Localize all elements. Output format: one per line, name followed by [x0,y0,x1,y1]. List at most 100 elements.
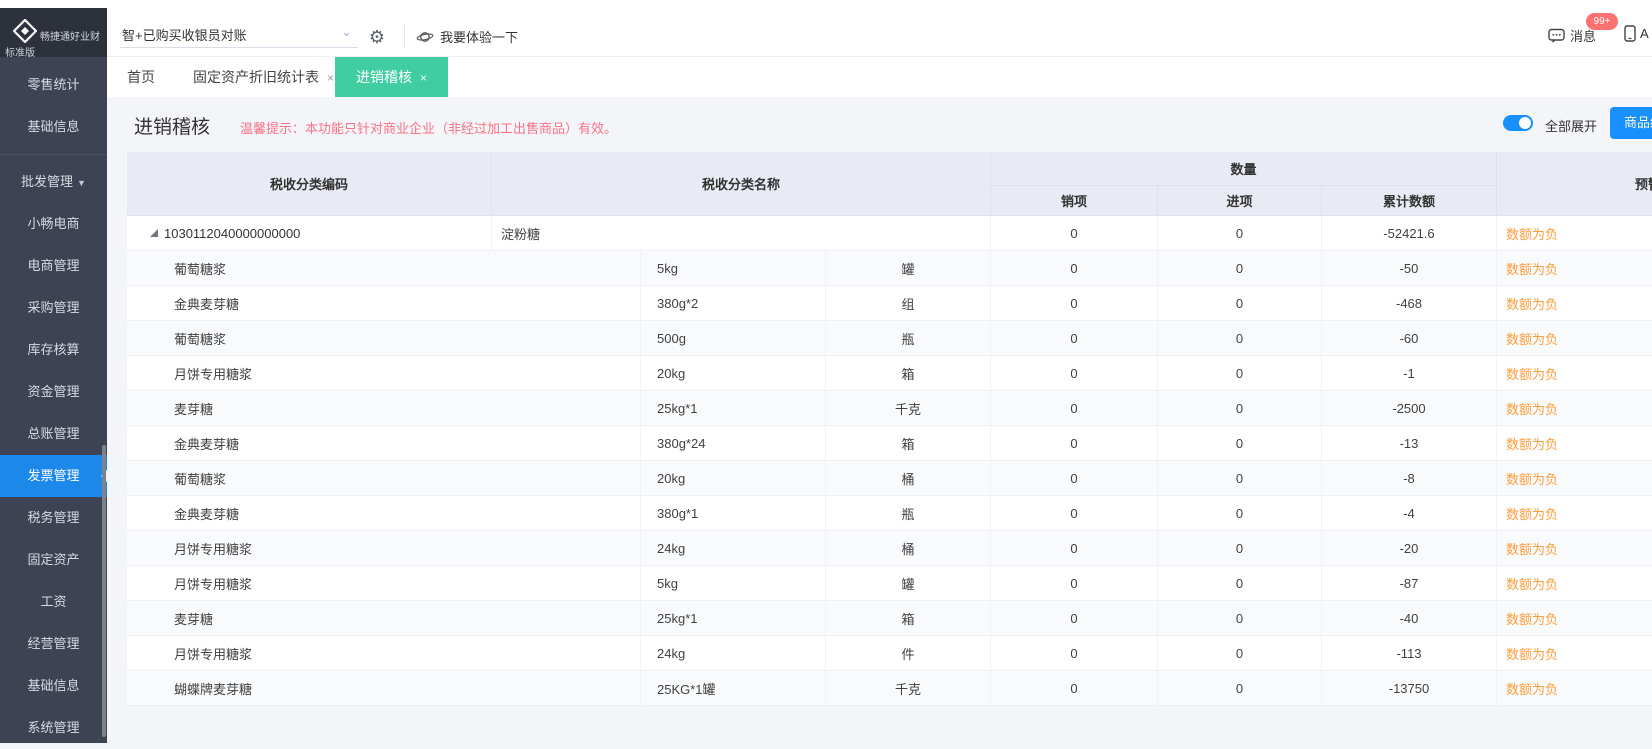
cell-total-qty: -13750 [1322,671,1497,705]
negative-amount-link[interactable]: 数额为负 [1497,531,1652,565]
negative-amount-link[interactable]: 数额为负 [1497,601,1652,635]
warning-text: 温馨提示：本功能只针对商业企业（非经过加工出售商品）有效。 [240,121,618,136]
negative-amount-link[interactable]: 数额为负 [1497,391,1652,425]
table-row: 月饼专用糖浆 20kg 箱 0 0 -1 数额为负 [127,356,1652,391]
negative-amount-link[interactable]: 数额为负 [1497,216,1652,250]
cell-total-qty: -2500 [1322,391,1497,425]
close-icon[interactable]: × [327,71,334,85]
expand-all-label: 全部展开 [1545,119,1598,134]
cell-purchase-qty: 0 [1158,671,1322,705]
cell-purchase-qty: 0 [1158,531,1322,565]
sidebar-item-basic-info[interactable]: 基础信息 [0,106,107,148]
table-row: 麦芽糖 25kg*1 千克 0 0 -2500 数额为负 [127,391,1652,426]
sidebar-item-funds-mgmt[interactable]: 资金管理 [0,371,107,413]
sidebar-item-wholesale-mgmt[interactable]: 批发管理 ▼ [0,161,107,203]
cell-unit: 箱 [826,356,991,390]
experience-link[interactable]: 我要体验一下 [416,27,518,46]
cell-spec: 5kg [641,566,826,600]
col-header-purchase: 进项 [1158,186,1322,216]
sidebar-scrollbar[interactable] [102,445,106,737]
cell-purchase-qty: 0 [1158,251,1322,285]
mobile-app-label: A [1640,26,1649,41]
negative-amount-link[interactable]: 数额为负 [1497,636,1652,670]
cell-purchase-qty: 0 [1158,461,1322,495]
cell-sales-qty: 0 [991,601,1158,635]
gear-icon[interactable]: ⚙ [366,26,388,48]
brand-edition: 标准版 [5,48,35,59]
cell-sales-qty: 0 [991,531,1158,565]
sidebar-divider [0,154,107,155]
cell-product-name: 月饼专用糖浆 [127,531,641,565]
cell-unit: 桶 [826,531,991,565]
product-code-button[interactable]: 商品编码 [1610,107,1652,139]
cell-sales-qty: 0 [991,671,1158,705]
cell-sales-qty: 0 [991,566,1158,600]
sidebar-item-general-ledger[interactable]: 总账管理 [0,413,107,455]
sidebar-item-retail-stats[interactable]: 零售统计 [0,64,107,106]
cell-tax-code: 1030112040000000000 [127,216,492,250]
sidebar-item-basic-info-2[interactable]: 基础信息 [0,665,107,707]
cell-sales-qty: 0 [991,636,1158,670]
sidebar-item-tax-mgmt[interactable]: 税务管理 [0,497,107,539]
negative-amount-link[interactable]: 数额为负 [1497,286,1652,320]
cell-unit: 罐 [826,251,991,285]
cell-product-name: 金典麦芽糖 [127,496,641,530]
negative-amount-link[interactable]: 数额为负 [1497,566,1652,600]
sidebar-item-xiaochang-ecommerce[interactable]: 小畅电商 [0,203,107,245]
sidebar-item-business-mgmt[interactable]: 经营管理 [0,623,107,665]
cell-total-qty: -13 [1322,426,1497,460]
tab-bar: 首页 固定资产折旧统计表 × 进销稽核 × [107,57,1652,97]
tab-purchase-sale-audit[interactable]: 进销稽核 × [335,57,448,97]
sidebar-item-invoice-mgmt[interactable]: 发票管理 [0,455,107,497]
chanjet-logo-icon [13,19,37,43]
sidebar-item-payroll[interactable]: 工资 [0,581,107,623]
negative-amount-link[interactable]: 数额为负 [1497,461,1652,495]
cell-purchase-qty: 0 [1158,426,1322,460]
close-icon[interactable]: × [420,71,427,85]
cell-sales-qty: 0 [991,286,1158,320]
sidebar-item-fixed-assets[interactable]: 固定资产 [0,539,107,581]
tab-home[interactable]: 首页 [121,57,161,97]
sidebar-item-inventory-accounting[interactable]: 库存核算 [0,329,107,371]
caret-down-icon: ▼ [77,178,86,188]
table-row: 金典麦芽糖 380g*2 组 0 0 -468 数额为负 [127,286,1652,321]
expand-all-toggle[interactable] [1503,115,1533,131]
cell-spec: 20kg [641,356,826,390]
negative-amount-link[interactable]: 数额为负 [1497,496,1652,530]
messages-button[interactable]: 消息 [1548,26,1596,45]
table-row: 金典麦芽糖 380g*1 瓶 0 0 -4 数额为负 [127,496,1652,531]
module-select-dropdown[interactable]: 智+已购买收银员对账 ⌄ [120,22,358,48]
cell-total-qty: -113 [1322,636,1497,670]
negative-amount-link[interactable]: 数额为负 [1497,671,1652,705]
col-header-total: 累计数额 [1322,186,1497,216]
cell-sales-qty: 0 [991,216,1158,250]
negative-amount-link[interactable]: 数额为负 [1497,321,1652,355]
chevron-down-icon: ⌄ [341,24,352,39]
erp-app-window: { "topbar": { "brand_name": "畅捷通好业财", "b… [0,0,1652,743]
negative-amount-link[interactable]: 数额为负 [1497,356,1652,390]
messages-count-badge: 99+ [1586,13,1618,30]
col-header-quantity-group: 数量 [991,152,1497,186]
cell-product-name: 蝴蝶牌麦芽糖 [127,671,641,705]
cell-unit: 罐 [826,566,991,600]
cell-unit: 组 [826,286,991,320]
tab-fixed-asset-depreciation[interactable]: 固定资产折旧统计表 × [187,57,340,97]
phone-icon [1624,25,1636,42]
cell-spec: 5kg [641,251,826,285]
sidebar-item-purchase-mgmt[interactable]: 采购管理 [0,287,107,329]
table-row: 葡萄糖浆 20kg 桶 0 0 -8 数额为负 [127,461,1652,496]
main-content: 进销稽核 温馨提示：本功能只针对商业企业（非经过加工出售商品）有效。 全部展开 … [107,97,1652,743]
cell-spec: 380g*2 [641,286,826,320]
negative-amount-link[interactable]: 数额为负 [1497,426,1652,460]
sidebar-item-ecommerce-mgmt[interactable]: 电商管理 [0,245,107,287]
experience-label: 我要体验一下 [440,30,519,45]
negative-amount-link[interactable]: 数额为负 [1497,251,1652,285]
cell-purchase-qty: 0 [1158,636,1322,670]
cell-spec: 380g*24 [641,426,826,460]
cell-unit: 箱 [826,426,991,460]
table-body: 1030112040000000000 淀粉糖 0 0 -52421.6 数额为… [127,216,1652,706]
cell-total-qty: -52421.6 [1322,216,1497,250]
mobile-app-button[interactable]: A [1624,25,1649,42]
cell-unit: 箱 [826,601,991,635]
expand-collapse-icon[interactable] [150,229,158,237]
